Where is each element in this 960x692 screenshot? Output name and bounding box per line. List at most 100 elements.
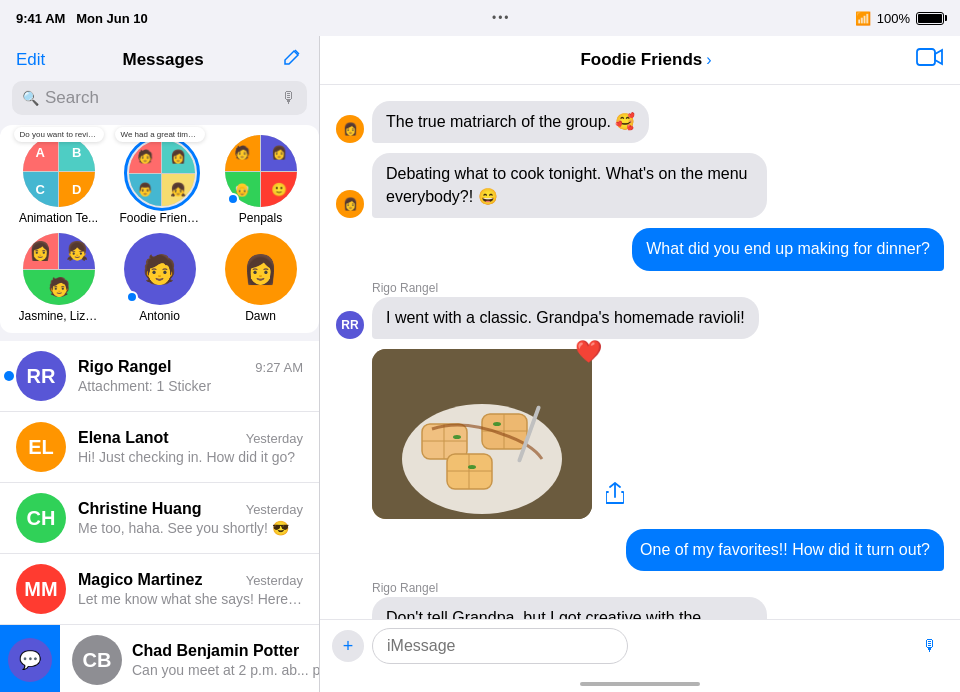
mic-icon[interactable]: 🎙 <box>281 89 297 107</box>
chat-header: Foodie Friends › <box>320 36 960 85</box>
conversation-christine-huang[interactable]: CH Christine Huang Yesterday Me too, hah… <box>0 483 319 554</box>
share-button[interactable] <box>606 482 624 509</box>
msg2-avatar: 👩 <box>336 190 364 218</box>
battery-percent: 100% <box>877 11 910 26</box>
foodie-friends-group-avatar: 🧑 👩 👨 👧 <box>129 140 195 206</box>
jasmine-liz-rigo-group-avatar: 👩 👧 🧑 <box>23 233 95 305</box>
pinned-foodie-friends[interactable]: We had a great time. Home with... 🧑 👩 👨 … <box>115 135 205 225</box>
penpals-unread-badge <box>227 193 239 205</box>
msg3-bubble: What did you end up making for dinner? <box>632 228 944 270</box>
magico-content: Magico Martinez Yesterday Let me know wh… <box>78 571 303 607</box>
msg4-sender-label: Rigo Rangel <box>372 281 944 295</box>
animation-team-group-avatar: A B C D <box>23 135 95 207</box>
magico-avatar: MM <box>16 564 66 614</box>
penpals-avatar-wrap: 🧑 👩 👴 🙂 <box>225 135 297 207</box>
search-icon: 🔍 <box>22 90 39 106</box>
search-input[interactable]: Search <box>45 88 275 108</box>
msg1-avatar: 👩 <box>336 115 364 143</box>
msg4-bubble: I went with a classic. Grandpa's homemad… <box>372 297 759 339</box>
christine-content: Christine Huang Yesterday Me too, haha. … <box>78 500 303 536</box>
svg-rect-0 <box>917 49 935 65</box>
conversation-elena-lanot[interactable]: EL Elena Lanot Yesterday Hi! Just checki… <box>0 412 319 483</box>
dawn-label: Dawn <box>245 309 276 323</box>
rigo-preview: Attachment: 1 Sticker <box>78 378 303 394</box>
message-row-5: ❤️ <box>336 349 944 519</box>
input-wrap: 🎙 <box>372 628 948 664</box>
msg4-avatar: RR <box>336 311 364 339</box>
conversation-magico-martinez[interactable]: MM Magico Martinez Yesterday Let me know… <box>0 554 319 625</box>
magico-time: Yesterday <box>246 573 303 588</box>
foodie-friends-preview: We had a great time. Home with... <box>115 127 205 142</box>
pinned-section: Do you want to review all the rend... A … <box>0 125 319 333</box>
pinned-animation-team[interactable]: Do you want to review all the rend... A … <box>14 135 104 225</box>
compose-button[interactable] <box>281 46 303 73</box>
pinned-row-top: Do you want to review all the rend... A … <box>8 135 311 225</box>
battery-icon <box>916 12 944 25</box>
status-right: 📶 100% <box>855 11 944 26</box>
messages-area: 👩 The true matriarch of the group. 🥰 👩 D… <box>320 85 960 619</box>
add-attachment-button[interactable]: + <box>332 630 364 662</box>
msg6-bubble: One of my favorites!! How did it turn ou… <box>626 529 944 571</box>
message-row-3: What did you end up making for dinner? <box>336 228 944 270</box>
foodie-friends-label: Foodie Friends <box>120 211 200 225</box>
rigo-name: Rigo Rangel <box>78 358 171 376</box>
messages-title: Messages <box>123 50 204 70</box>
message-list: RR Rigo Rangel 9:27 AM Attachment: 1 Sti… <box>0 341 319 692</box>
penpals-label: Penpals <box>239 211 282 225</box>
chad-content-wrap: CB Chad Benjamin Potter Can you meet at … <box>60 625 319 692</box>
pinned-row-bottom: 👩 👧 🧑 Jasmine, Liz & Rigo 🧑 Antonio <box>8 225 311 323</box>
wifi-icon: 📶 <box>855 11 871 26</box>
pinned-penpals[interactable]: 🧑 👩 👴 🙂 Penpals <box>216 135 306 225</box>
chat-title-wrap[interactable]: Foodie Friends › <box>580 50 711 70</box>
left-panel: Edit Messages 🔍 Search 🎙 Do you w <box>0 36 320 692</box>
chad-icon: 💬 <box>8 638 52 682</box>
conversation-rigo-rangel[interactable]: RR Rigo Rangel 9:27 AM Attachment: 1 Sti… <box>0 341 319 412</box>
svg-point-15 <box>468 465 476 469</box>
animation-team-avatar-wrap: Do you want to review all the rend... A … <box>23 135 95 207</box>
christine-name: Christine Huang <box>78 500 202 518</box>
elena-preview: Hi! Just checking in. How did it go? <box>78 449 303 465</box>
foodie-friends-avatar-wrap: We had a great time. Home with... 🧑 👩 👨 … <box>124 135 196 207</box>
left-header: Edit Messages <box>0 36 319 81</box>
pinned-jasmine-liz-rigo[interactable]: 👩 👧 🧑 Jasmine, Liz & Rigo <box>14 233 104 323</box>
pinned-antonio[interactable]: 🧑 Antonio <box>115 233 205 323</box>
message-row-4: RR I went with a classic. Grandpa's home… <box>336 297 944 339</box>
chad-name: Chad Benjamin Potter <box>132 642 299 660</box>
rigo-content: Rigo Rangel 9:27 AM Attachment: 1 Sticke… <box>78 358 303 394</box>
elena-time: Yesterday <box>246 431 303 446</box>
rigo-time: 9:27 AM <box>255 360 303 375</box>
elena-avatar: EL <box>16 422 66 472</box>
msg2-bubble: Debating what to cook tonight. What's on… <box>372 153 767 218</box>
magico-name: Magico Martinez <box>78 571 202 589</box>
animation-team-preview: Do you want to review all the rend... <box>14 127 104 142</box>
antonio-unread-badge <box>126 291 138 303</box>
christine-avatar: CH <box>16 493 66 543</box>
svg-point-13 <box>453 435 461 439</box>
conversation-chad-benjamin-potter[interactable]: 💬 CB Chad Benjamin Potter Can you meet a… <box>0 625 319 692</box>
animation-team-label: Animation Te... <box>19 211 98 225</box>
app-container: Edit Messages 🔍 Search 🎙 Do you w <box>0 36 960 692</box>
jasmine-liz-rigo-avatar: 👩 👧 🧑 <box>23 233 95 305</box>
heart-reaction: ❤️ <box>575 339 602 365</box>
edit-button[interactable]: Edit <box>16 50 45 70</box>
christine-preview: Me too, haha. See you shortly! 😎 <box>78 520 303 536</box>
message-row-6: One of my favorites!! How did it turn ou… <box>336 529 944 571</box>
home-indicator <box>580 682 700 686</box>
pinned-dawn[interactable]: 👩 Dawn <box>216 233 306 323</box>
search-bar[interactable]: 🔍 Search 🎙 <box>12 81 307 115</box>
message-group-4: Rigo Rangel RR I went with a classic. Gr… <box>336 281 944 339</box>
jasmine-liz-rigo-label: Jasmine, Liz & Rigo <box>19 309 99 323</box>
antonio-label: Antonio <box>139 309 180 323</box>
dawn-avatar: 👩 <box>225 233 297 305</box>
message-input[interactable] <box>372 628 628 664</box>
input-mic-icon[interactable]: 🎙 <box>922 637 938 655</box>
message-row-1: 👩 The true matriarch of the group. 🥰 <box>336 101 944 143</box>
input-bar: + 🎙 <box>320 619 960 672</box>
video-call-button[interactable] <box>916 46 944 74</box>
elena-content: Elena Lanot Yesterday Hi! Just checking … <box>78 429 303 465</box>
foodie-friends-ring: 🧑 👩 👨 👧 <box>124 135 200 211</box>
home-indicator-bar <box>320 672 960 692</box>
status-bar: 9:41 AM Mon Jun 10 ••• 📶 100% <box>0 0 960 36</box>
christine-time: Yesterday <box>246 502 303 517</box>
chad-content: Chad Benjamin Potter Can you meet at 2 p… <box>132 642 319 678</box>
